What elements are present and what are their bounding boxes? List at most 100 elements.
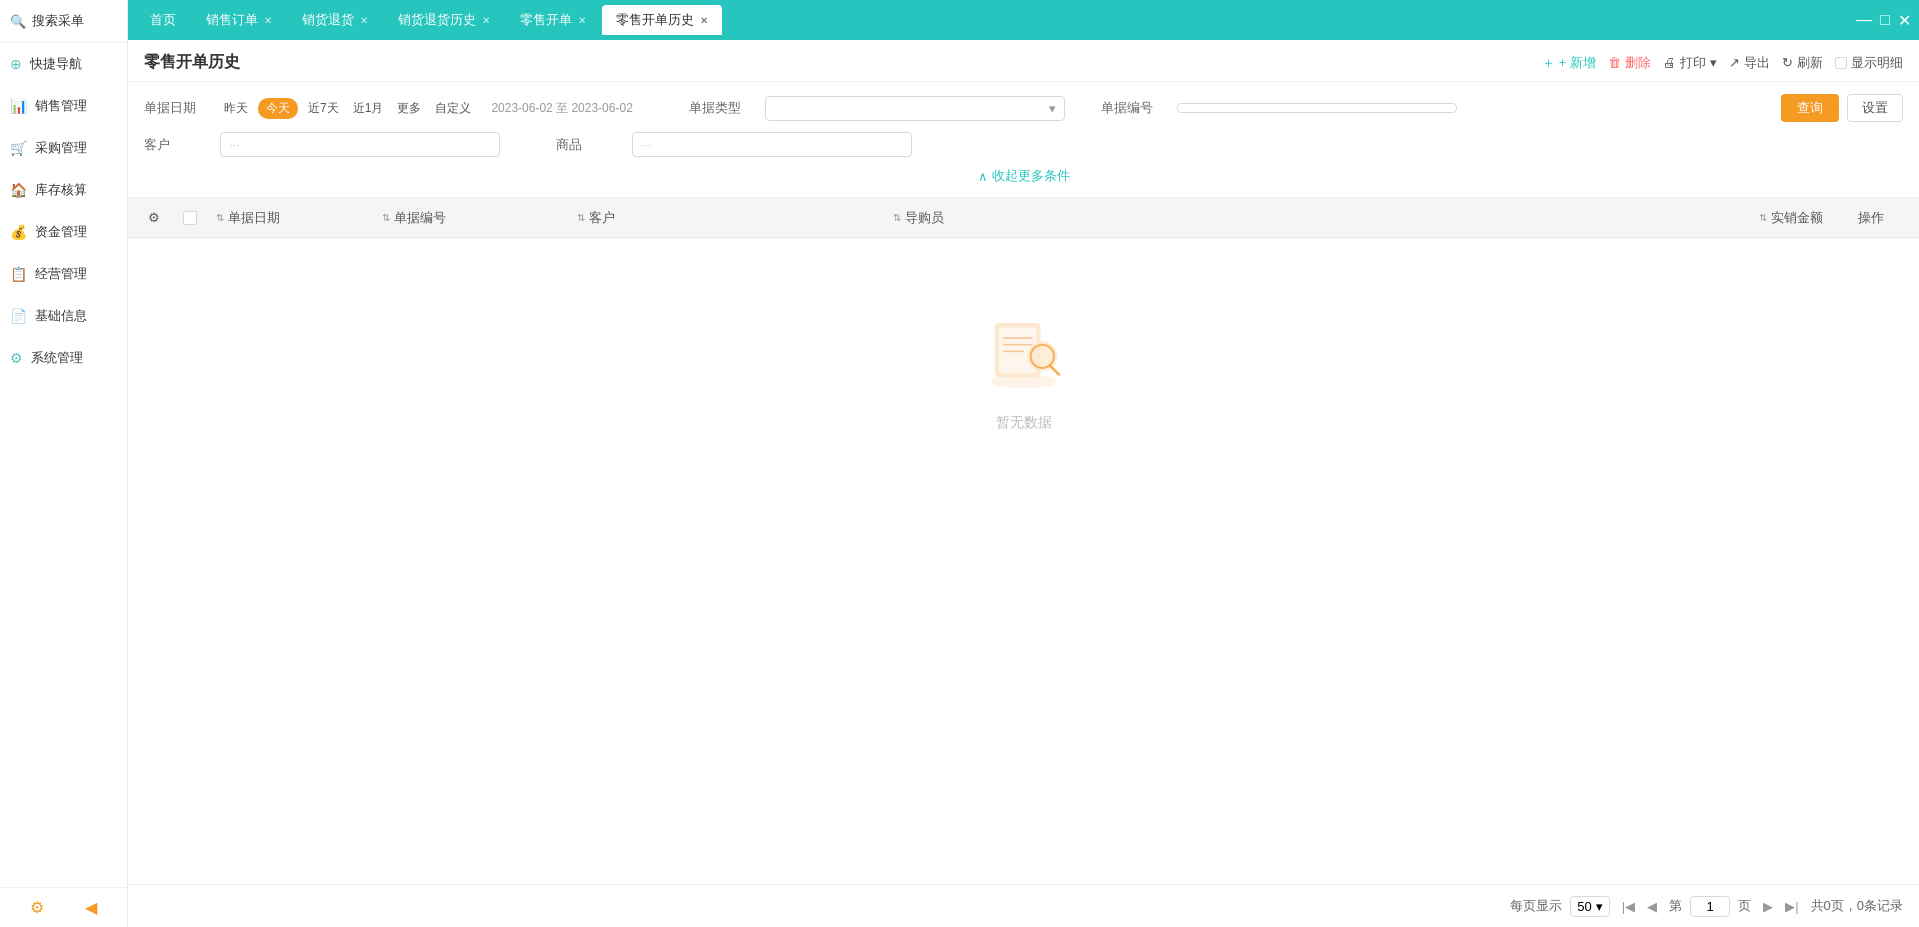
sidebar-item-sales-mgmt[interactable]: 📊 销售管理 xyxy=(0,85,127,127)
page-suffix: 页 xyxy=(1734,895,1755,917)
operations-icon: 📋 xyxy=(10,266,27,282)
sidebar-item-label: 快捷导航 xyxy=(30,55,82,73)
delete-button[interactable]: 🗑 删除 xyxy=(1608,54,1651,72)
collapse-sidebar-icon[interactable]: ◀ xyxy=(85,898,97,917)
empty-state: 暂无数据 xyxy=(128,238,1919,492)
sidebar-item-operations[interactable]: 📋 经营管理 xyxy=(0,253,127,295)
print-icon: 🖨 xyxy=(1663,55,1676,70)
table-container: ⚙ ⇅ 单据日期 ⇅ 单据编号 ⇅ 客户 ⇅ xyxy=(128,198,1919,927)
export-button[interactable]: ↗ 导出 xyxy=(1729,54,1770,72)
date-btn-custom[interactable]: 自定义 xyxy=(431,98,475,119)
th-settings[interactable]: ⚙ xyxy=(136,210,172,225)
settings-icon[interactable]: ⚙ xyxy=(30,898,44,917)
filter-row-1: 单据日期 昨天 今天 近7天 近1月 更多 自定义 2023-06-02 至 2… xyxy=(144,94,1903,122)
th-checkbox[interactable] xyxy=(172,211,208,225)
th-guide[interactable]: ⇅ 导购员 xyxy=(885,209,1051,227)
setting-button[interactable]: 设置 xyxy=(1847,94,1903,122)
order-type-select[interactable]: ▾ xyxy=(765,96,1065,121)
inventory-icon: 🏠 xyxy=(10,182,27,198)
maximize-button[interactable]: □ xyxy=(1880,11,1890,29)
search-icon: 🔍 xyxy=(10,14,26,29)
gear-icon: ⚙ xyxy=(148,210,160,225)
tab-sales-order-close[interactable]: ✕ xyxy=(264,15,272,26)
tab-sales-return-close[interactable]: ✕ xyxy=(360,15,368,26)
th-amount[interactable]: ⇅ 实销金额 xyxy=(1665,209,1831,227)
add-button[interactable]: ＋ + 新增 xyxy=(1542,54,1596,72)
display-detail-label: 显示明细 xyxy=(1851,54,1903,72)
sidebar-item-sys-mgmt[interactable]: ⚙ 系统管理 xyxy=(0,337,127,379)
tab-home[interactable]: 首页 xyxy=(136,5,190,35)
tab-retail-open[interactable]: 零售开单 ✕ xyxy=(506,5,600,35)
delete-label: 删除 xyxy=(1625,54,1651,72)
select-all-checkbox[interactable] xyxy=(183,211,197,225)
date-btn-7days[interactable]: 近7天 xyxy=(304,98,343,119)
collapse-more-btn[interactable]: ∧ 收起更多条件 xyxy=(144,167,1903,185)
refresh-button[interactable]: ↻ 刷新 xyxy=(1782,54,1823,72)
tab-retail-open-history[interactable]: 零售开单历史 ✕ xyxy=(602,5,722,35)
checkbox-icon xyxy=(1835,57,1847,69)
sidebar-item-inventory[interactable]: 🏠 库存核算 xyxy=(0,169,127,211)
last-page-button[interactable]: ▶| xyxy=(1781,897,1802,916)
per-page-label: 每页显示 xyxy=(1510,897,1562,915)
th-customer[interactable]: ⇅ 客户 xyxy=(569,209,884,227)
date-btn-1month[interactable]: 近1月 xyxy=(349,98,388,119)
per-page-value: 50 xyxy=(1577,899,1591,914)
print-label: 打印 xyxy=(1680,54,1706,72)
next-page-button[interactable]: ▶ xyxy=(1759,897,1777,916)
tab-retail-open-history-label: 零售开单历史 xyxy=(616,11,694,29)
date-btn-more[interactable]: 更多 xyxy=(393,98,425,119)
sidebar-item-label: 采购管理 xyxy=(35,139,87,157)
export-label: 导出 xyxy=(1744,54,1770,72)
sys-icon: ⚙ xyxy=(10,350,23,366)
page-number-input[interactable] xyxy=(1690,896,1730,917)
total-info: 共0页，0条记录 xyxy=(1811,897,1903,915)
sidebar-item-label: 销售管理 xyxy=(35,97,87,115)
tab-sales-return[interactable]: 销货退货 ✕ xyxy=(288,5,382,35)
goods-input[interactable]: ··· xyxy=(632,132,912,157)
sort-icon: ⇅ xyxy=(216,212,224,223)
tab-retail-open-history-close[interactable]: ✕ xyxy=(700,15,708,26)
sales-icon: 📊 xyxy=(10,98,27,114)
close-button[interactable]: ✕ xyxy=(1898,11,1911,30)
sidebar-item-quick-nav[interactable]: ⊕ 快捷导航 xyxy=(0,43,127,85)
date-btn-today[interactable]: 今天 xyxy=(258,98,298,119)
main-area: 首页 销售订单 ✕ 销货退货 ✕ 销货退货历史 ✕ 零售开单 ✕ 零售开单历史 … xyxy=(128,0,1919,927)
print-arrow-icon: ▾ xyxy=(1710,55,1717,70)
finance-icon: 💰 xyxy=(10,224,27,240)
tab-sales-return-label: 销货退货 xyxy=(302,11,354,29)
sidebar-item-finance[interactable]: 💰 资金管理 xyxy=(0,211,127,253)
customer-label: 客户 xyxy=(144,136,204,154)
per-page-select[interactable]: 50 ▾ xyxy=(1570,896,1609,917)
display-detail-toggle[interactable]: 显示明细 xyxy=(1835,54,1903,72)
query-button[interactable]: 查询 xyxy=(1781,94,1839,122)
date-filter-buttons: 昨天 今天 近7天 近1月 更多 自定义 xyxy=(220,98,475,119)
sidebar-item-basic-info[interactable]: 📄 基础信息 xyxy=(0,295,127,337)
customer-placeholder: ··· xyxy=(229,137,240,152)
sort-icon: ⇅ xyxy=(382,212,390,223)
add-icon: ＋ xyxy=(1542,54,1555,72)
tab-sales-return-history-close[interactable]: ✕ xyxy=(482,15,490,26)
sidebar-search[interactable]: 🔍 搜索采单 xyxy=(0,0,127,43)
minimize-button[interactable]: — xyxy=(1856,11,1872,29)
empty-text: 暂无数据 xyxy=(996,414,1052,432)
page-prefix: 第 xyxy=(1665,895,1686,917)
th-ordernum[interactable]: ⇅ 单据编号 xyxy=(374,209,570,227)
goods-placeholder: ··· xyxy=(641,137,652,152)
tab-sales-order[interactable]: 销售订单 ✕ xyxy=(192,5,286,35)
date-btn-yesterday[interactable]: 昨天 xyxy=(220,98,252,119)
sidebar: 🔍 搜索采单 ⊕ 快捷导航 📊 销售管理 🛒 采购管理 🏠 库存核算 💰 资金管… xyxy=(0,0,128,927)
th-date[interactable]: ⇅ 单据日期 xyxy=(208,209,374,227)
prev-page-button[interactable]: ◀ xyxy=(1643,897,1661,916)
sidebar-item-purchase-mgmt[interactable]: 🛒 采购管理 xyxy=(0,127,127,169)
basic-info-icon: 📄 xyxy=(10,308,27,324)
window-controls: — □ ✕ xyxy=(1856,11,1911,30)
pagination: 每页显示 50 ▾ |◀ ◀ 第 页 ▶ ▶| 共0页，0条记录 xyxy=(128,884,1919,927)
sidebar-item-label: 资金管理 xyxy=(35,223,87,241)
order-num-input[interactable] xyxy=(1177,103,1457,113)
print-button[interactable]: 🖨 打印 ▾ xyxy=(1663,54,1717,72)
tab-sales-return-history[interactable]: 销货退货历史 ✕ xyxy=(384,5,504,35)
tab-retail-open-close[interactable]: ✕ xyxy=(578,15,586,26)
first-page-button[interactable]: |◀ xyxy=(1618,897,1639,916)
customer-input[interactable]: ··· xyxy=(220,132,500,157)
purchase-icon: 🛒 xyxy=(10,140,27,156)
